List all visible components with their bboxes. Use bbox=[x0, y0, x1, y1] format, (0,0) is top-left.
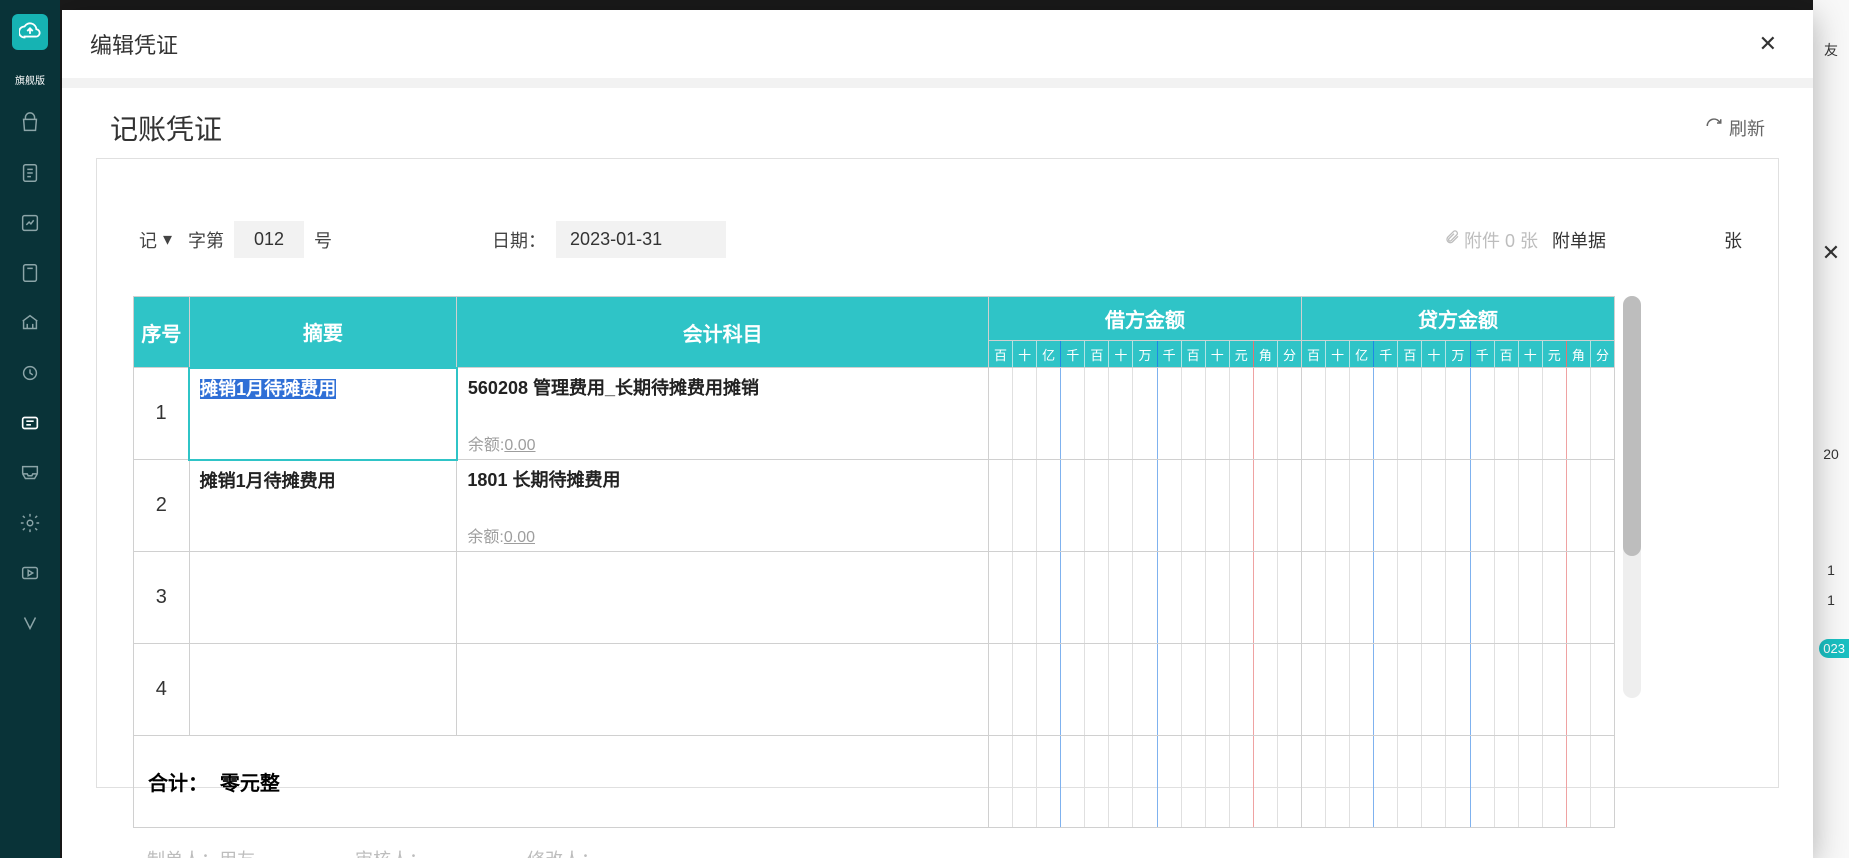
fudanju-label: 附单据 bbox=[1552, 227, 1606, 253]
refresh-icon bbox=[1705, 117, 1723, 140]
date-input[interactable] bbox=[556, 221, 726, 258]
voucher-table: 序号 摘要 会计科目 借方金额 贷方金额 百十亿千百十万千百十元角分 百十亿千百… bbox=[133, 296, 1615, 828]
seq-cell: 3 bbox=[134, 552, 190, 644]
refresh-label: 刷新 bbox=[1729, 115, 1765, 141]
debit-cell[interactable] bbox=[988, 644, 1301, 736]
chevron-down-icon: ▾ bbox=[163, 229, 172, 250]
attachment-label: 附件 0 张 bbox=[1464, 227, 1538, 253]
sidebar-icon-pig[interactable] bbox=[16, 359, 44, 387]
auditor-label: 审核人： bbox=[355, 850, 427, 858]
hao-label: 号 bbox=[314, 227, 332, 253]
sidebar-icon-gear[interactable] bbox=[16, 509, 44, 537]
debit-cell[interactable] bbox=[988, 460, 1301, 552]
modal-body: 记账凭证 刷新 记 ▾ 字第 bbox=[62, 88, 1813, 858]
sidebar-icon-video[interactable] bbox=[16, 559, 44, 587]
table-head: 序号 摘要 会计科目 借方金额 贷方金额 百十亿千百十万千百十元角分 百十亿千百… bbox=[134, 297, 1615, 368]
modal-header: 编辑凭证 ✕ bbox=[62, 10, 1813, 78]
zidi-label: 字第 bbox=[188, 227, 224, 253]
summary-cell[interactable]: 摊销1月待摊费用 bbox=[189, 368, 457, 460]
sidebar-icon-chart[interactable] bbox=[16, 209, 44, 237]
maker-label: 制单人： bbox=[147, 850, 219, 858]
th-summary: 摘要 bbox=[189, 297, 457, 368]
table-row: 2摊销1月待摊费用1801 长期待摊费用余额:0.00 bbox=[134, 460, 1615, 552]
close-icon[interactable]: ✕ bbox=[1751, 27, 1785, 61]
voucher-table-wrap: 序号 摘要 会计科目 借方金额 贷方金额 百十亿千百十万千百十元角分 百十亿千百… bbox=[133, 296, 1742, 828]
th-seq: 序号 bbox=[134, 297, 190, 368]
modifier-label: 修改人： bbox=[527, 850, 599, 858]
sidebar-icon-inbox[interactable] bbox=[16, 459, 44, 487]
paperclip-icon bbox=[1444, 229, 1460, 250]
sidebar-icon-doc[interactable] bbox=[16, 159, 44, 187]
modal-title: 编辑凭证 bbox=[90, 28, 178, 60]
credit-cell[interactable] bbox=[1301, 644, 1614, 736]
sidebar-icon-v[interactable] bbox=[16, 609, 44, 637]
table-row: 1摊销1月待摊费用560208 管理费用_长期待摊费用摊销余额:0.00 bbox=[134, 368, 1615, 460]
seq-cell: 1 bbox=[134, 368, 190, 460]
credit-cell[interactable] bbox=[1301, 460, 1614, 552]
app-logo-icon bbox=[12, 14, 48, 50]
attachment-link[interactable]: 附件 0 张 bbox=[1444, 227, 1538, 253]
table-row: 4 bbox=[134, 644, 1615, 736]
summary-cell[interactable] bbox=[189, 552, 457, 644]
modal-overlay: 编辑凭证 ✕ 记账凭证 刷新 记 ▾ bbox=[0, 0, 1849, 858]
summary-cell[interactable] bbox=[189, 644, 457, 736]
total-credit-cell bbox=[1301, 736, 1614, 828]
sidebar-icon-calc[interactable] bbox=[16, 259, 44, 287]
date-label: 日期： bbox=[492, 227, 546, 253]
zhang-label: 张 bbox=[1724, 227, 1742, 253]
account-cell[interactable]: 560208 管理费用_长期待摊费用摊销余额:0.00 bbox=[457, 368, 989, 460]
voucher-type-label: 记 bbox=[139, 227, 157, 253]
debit-cell[interactable] bbox=[988, 368, 1301, 460]
account-cell[interactable] bbox=[457, 644, 989, 736]
debit-cell[interactable] bbox=[988, 552, 1301, 644]
sidebar-icon-bank[interactable] bbox=[16, 309, 44, 337]
maker-info: 制单人：用友 bbox=[147, 846, 255, 858]
modifier-info: 修改人： bbox=[527, 846, 599, 858]
table-scrollbar[interactable] bbox=[1623, 296, 1641, 698]
scrollbar-thumb[interactable] bbox=[1623, 296, 1641, 556]
auditor-info: 审核人： bbox=[355, 846, 427, 858]
page-subtitle: 记账凭证 bbox=[110, 108, 222, 148]
table-row: 3 bbox=[134, 552, 1615, 644]
credit-cell[interactable] bbox=[1301, 368, 1614, 460]
credit-cell[interactable] bbox=[1301, 552, 1614, 644]
maker-value: 用友 bbox=[219, 850, 255, 858]
total-text: 零元整 bbox=[212, 773, 280, 795]
total-row: 合计： 零元整 bbox=[134, 736, 1615, 828]
total-debit-cell bbox=[988, 736, 1301, 828]
account-cell[interactable]: 1801 长期待摊费用余额:0.00 bbox=[457, 460, 989, 552]
sidebar-icon-voucher[interactable] bbox=[16, 409, 44, 437]
th-account: 会计科目 bbox=[457, 297, 989, 368]
account-cell[interactable] bbox=[457, 552, 989, 644]
seq-cell: 4 bbox=[134, 644, 190, 736]
subtitle-row: 记账凭证 刷新 bbox=[96, 108, 1779, 148]
app-logo-label: 旗舰版 bbox=[15, 72, 45, 87]
voucher-container: 记 ▾ 字第 号 日期： bbox=[96, 158, 1779, 788]
refresh-button[interactable]: 刷新 bbox=[1705, 115, 1765, 141]
voucher-number-input[interactable] bbox=[234, 221, 304, 258]
app-sidebar: 旗舰版 bbox=[0, 0, 60, 858]
voucher-type-dropdown[interactable]: 记 ▾ bbox=[133, 227, 178, 253]
th-credit-digits: 百十亿千百十万千百十元角分 bbox=[1301, 341, 1614, 368]
th-credit: 贷方金额 bbox=[1301, 297, 1614, 341]
attach-doc-input[interactable] bbox=[1620, 221, 1710, 258]
sidebar-icon-bag[interactable] bbox=[16, 109, 44, 137]
voucher-form-row: 记 ▾ 字第 号 日期： bbox=[133, 221, 1742, 258]
total-label: 合计： bbox=[134, 773, 208, 795]
seq-cell: 2 bbox=[134, 460, 190, 552]
th-debit: 借方金额 bbox=[988, 297, 1301, 341]
summary-cell[interactable]: 摊销1月待摊费用 bbox=[189, 460, 457, 552]
voucher-footer: 制单人：用友 审核人： 修改人： bbox=[133, 846, 1742, 858]
th-debit-digits: 百十亿千百十万千百十元角分 bbox=[988, 341, 1301, 368]
voucher-modal: 编辑凭证 ✕ 记账凭证 刷新 记 ▾ bbox=[62, 10, 1813, 858]
table-body: 1摊销1月待摊费用560208 管理费用_长期待摊费用摊销余额:0.002摊销1… bbox=[134, 368, 1615, 736]
